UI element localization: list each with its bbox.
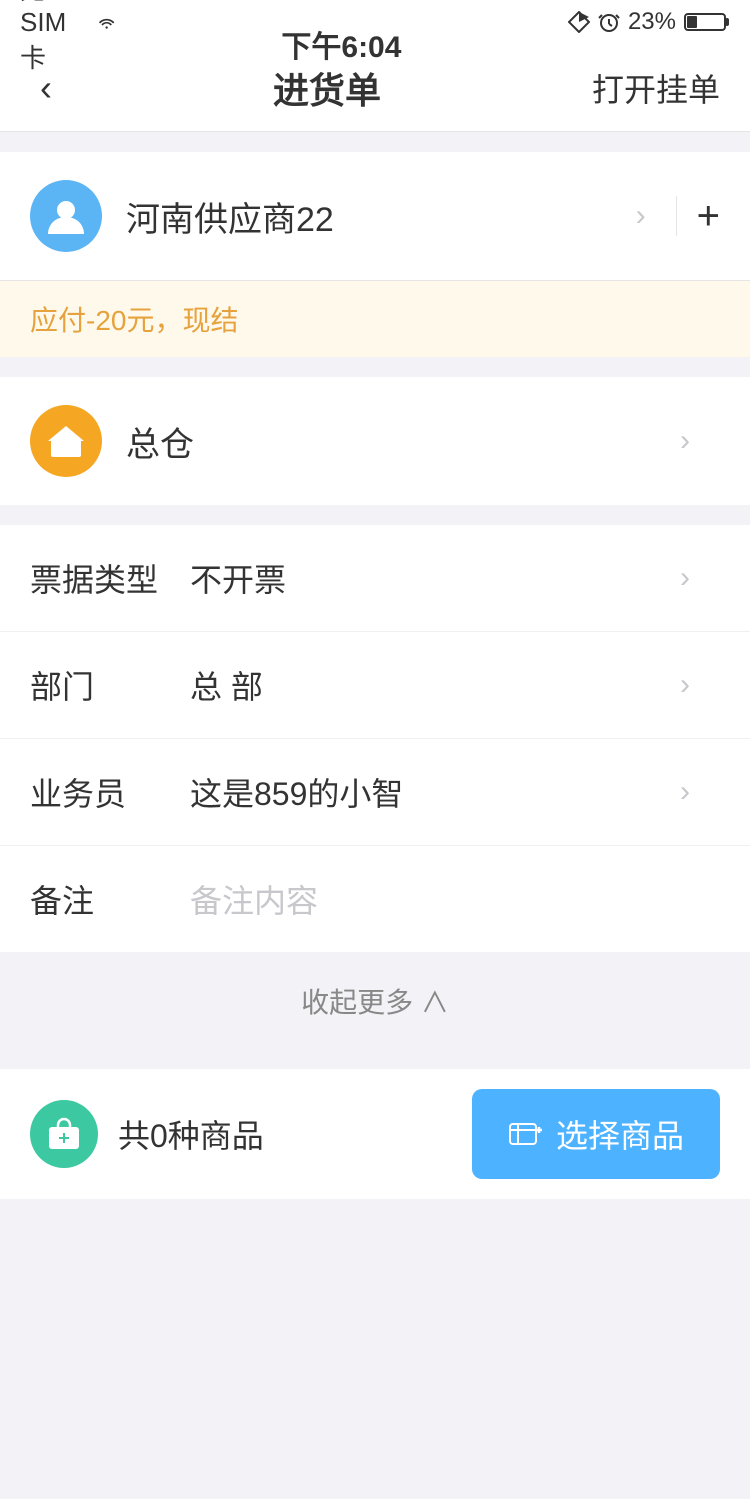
middle-divider [0,357,750,377]
invoice-type-chevron: › [680,561,690,595]
salesperson-value: 这是859的小智 [170,769,680,815]
warehouse-chevron-icon: › [680,424,690,458]
status-right: 23% [568,8,730,36]
department-chevron: › [680,668,690,702]
collapse-row[interactable]: 收起更多 ∧ [0,953,750,1049]
supplier-chevron-icon: › [636,199,646,233]
back-button[interactable]: ‹ [30,57,62,119]
battery-icon [684,11,730,33]
salesperson-label: 业务员 [30,769,170,815]
add-supplier-button[interactable]: + [676,196,720,236]
warehouse-name: 总仓 [126,417,680,466]
select-product-label: 选择商品 [556,1111,684,1157]
department-row[interactable]: 部门 总 部 › [0,632,750,739]
page-background [0,1199,750,1499]
bottom-bar: 共0种商品 选择商品 [0,1069,750,1199]
user-icon [44,194,88,238]
page-title: 进货单 [273,62,381,114]
wifi-icon [98,12,115,32]
warehouse-icon [46,421,86,461]
supplier-row[interactable]: 河南供应商22 › + [0,152,750,281]
remark-label: 备注 [30,876,170,922]
battery-text: 23% [628,8,676,36]
form-section: 票据类型 不开票 › 部门 总 部 › 业务员 这是859的小智 › 备注 备注… [0,525,750,952]
remark-input[interactable]: 备注内容 [170,876,720,922]
supplier-name: 河南供应商22 [126,192,636,241]
supplier-avatar [30,180,102,252]
salesperson-chevron: › [680,775,690,809]
cart-plus-icon [508,1116,544,1152]
alarm-icon [598,11,620,33]
product-icon-wrap [30,1100,98,1168]
department-label: 部门 [30,662,170,708]
product-bag-icon [45,1115,83,1153]
warehouse-row[interactable]: 总仓 › [0,377,750,505]
supplier-section: 河南供应商22 › + 应付-20元，现结 [0,152,750,357]
open-pending-button[interactable]: 打开挂单 [592,65,720,111]
select-product-button[interactable]: 选择商品 [472,1089,720,1179]
salesperson-row[interactable]: 业务员 这是859的小智 › [0,739,750,846]
status-time: 下午6:04 [281,22,401,66]
collapse-label: 收起更多 ∧ [301,981,449,1021]
invoice-type-label: 票据类型 [30,555,170,601]
invoice-type-value: 不开票 [170,555,680,601]
location-icon [568,11,590,33]
status-bar: 无 SIM 卡 下午6:04 23% [0,0,750,44]
invoice-type-row[interactable]: 票据类型 不开票 › [0,525,750,632]
department-value: 总 部 [170,662,680,708]
notice-text: 应付-20元，现结 [30,305,238,336]
product-count-label: 共0种商品 [118,1111,472,1157]
top-divider [0,132,750,152]
warehouse-section: 总仓 › [0,377,750,505]
warehouse-icon-wrap [30,405,102,477]
remark-row[interactable]: 备注 备注内容 [0,846,750,952]
notice-banner: 应付-20元，现结 [0,281,750,357]
